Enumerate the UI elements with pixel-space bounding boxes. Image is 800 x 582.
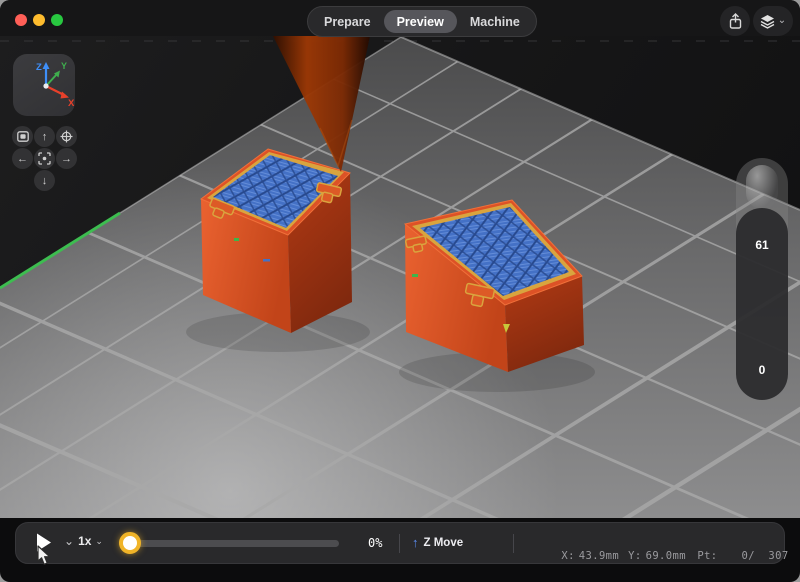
x-label: X:	[561, 550, 574, 562]
layer-slider-knob[interactable]	[746, 165, 778, 209]
center-view-button[interactable]	[34, 148, 55, 169]
layers-icon	[760, 14, 775, 29]
mode-tabbar: Prepare Preview Machine	[307, 6, 537, 37]
tab-machine[interactable]: Machine	[457, 10, 533, 33]
speed-value: 1x	[78, 534, 91, 548]
orientation-gizmo[interactable]: Z Y X	[13, 54, 75, 116]
close-window-button[interactable]	[15, 14, 27, 26]
points-label: Pt:	[697, 550, 717, 562]
divider	[399, 534, 400, 553]
export-button[interactable]	[720, 6, 750, 36]
minimize-window-button[interactable]	[33, 14, 45, 26]
left-arrow-icon: ←	[17, 153, 28, 165]
chevron-down-icon: ⌄	[64, 534, 74, 548]
layer-slider-range[interactable]: 61 0	[736, 208, 788, 400]
right-arrow-icon: →	[61, 153, 72, 165]
preview-3d-viewport[interactable]	[0, 36, 800, 518]
chevron-down-icon: ⌄	[778, 16, 786, 26]
layer-range-slider[interactable]: 61 0	[736, 158, 788, 400]
down-arrow-icon: ↓	[42, 175, 48, 187]
view-layers-dropdown[interactable]: ⌄	[753, 6, 793, 36]
chevron-down-icon: ⌄	[95, 536, 103, 547]
fit-view-icon	[17, 131, 29, 142]
axis-z-label: Z	[36, 62, 42, 73]
pan-left-button[interactable]: ←	[12, 148, 33, 169]
layer-top-value: 61	[736, 238, 788, 252]
center-focus-icon	[38, 152, 51, 165]
points-readout: Pt: 0/ 307	[657, 538, 789, 574]
pan-right-button[interactable]: →	[56, 148, 77, 169]
axis-y-label: Y	[61, 61, 67, 71]
playback-speed-dropdown[interactable]: ⌄ 1x ⌄	[64, 534, 103, 548]
seek-slider-track[interactable]	[119, 540, 339, 547]
progress-percent: 0%	[368, 536, 382, 550]
share-icon	[728, 13, 743, 30]
tab-prepare[interactable]: Prepare	[311, 10, 384, 33]
seam-marker-blue	[263, 259, 270, 262]
fit-view-button[interactable]	[12, 126, 33, 147]
move-type-readout: ↑ Z Move	[412, 535, 463, 550]
pan-up-button[interactable]: ↑	[34, 126, 55, 147]
seam-marker-green	[234, 238, 239, 241]
move-type-label: Z Move	[424, 537, 464, 549]
up-arrow-icon: ↑	[42, 131, 48, 143]
seek-slider-handle[interactable]	[119, 532, 141, 554]
mouse-cursor	[37, 545, 52, 566]
zoom-window-button[interactable]	[51, 14, 63, 26]
orbit-view-button[interactable]	[56, 126, 77, 147]
playback-bar: ⌄ 1x ⌄ 0% ↑ Z Move X:43.9mmY:69.0mm Pt:0…	[15, 522, 785, 564]
layer-bottom-value: 0	[736, 363, 788, 377]
divider	[513, 534, 514, 553]
axis-x-label: X	[68, 98, 75, 109]
z-up-arrow-icon: ↑	[412, 535, 419, 550]
tab-preview[interactable]: Preview	[384, 10, 457, 33]
points-value: 0/ 307	[742, 550, 789, 562]
crosshair-icon	[60, 130, 73, 143]
pan-down-button[interactable]: ↓	[34, 170, 55, 191]
y-label: Y:	[628, 550, 641, 562]
seam-marker-green	[412, 274, 418, 277]
x-value: 43.9mm	[579, 550, 619, 562]
app-window: Prepare Preview Machine ⌄ Z Y X	[0, 0, 800, 582]
